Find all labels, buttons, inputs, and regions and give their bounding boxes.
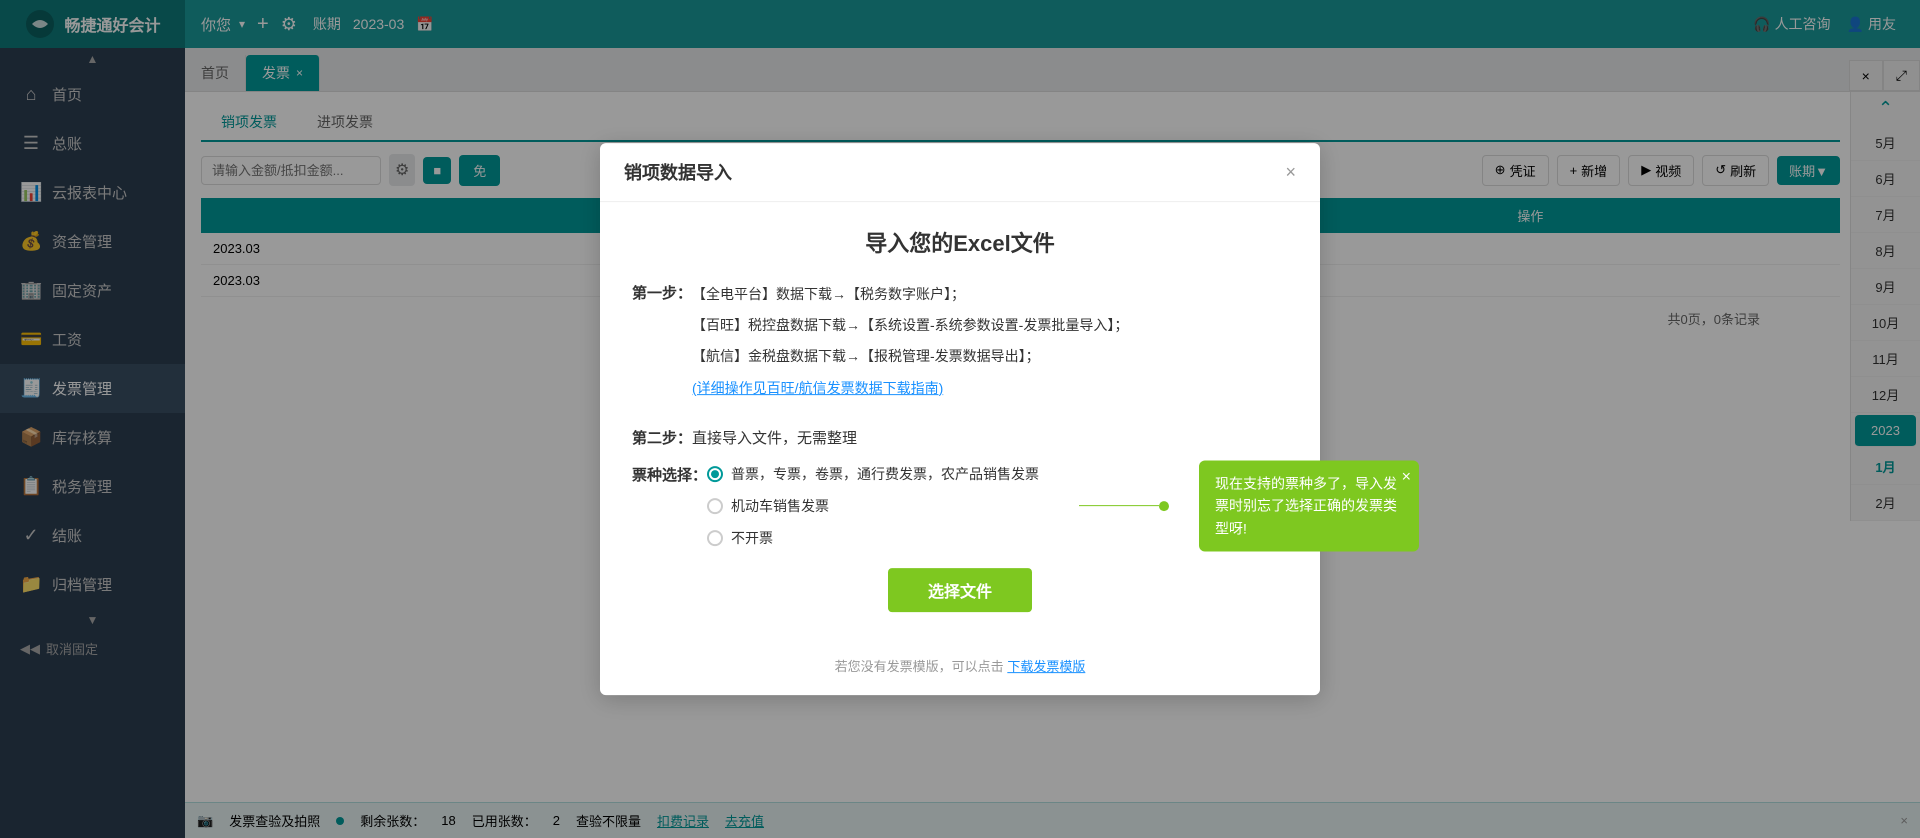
step1-guide-link[interactable]: (详细操作见百旺/航信发票数据下载指南): [692, 380, 943, 396]
radio-no-ticket[interactable]: 不开票: [707, 528, 1039, 548]
modal-close-btn[interactable]: ×: [1285, 162, 1296, 183]
radio-no-ticket-label: 不开票: [731, 528, 773, 548]
modal-header: 销项数据导入 ×: [600, 143, 1320, 202]
tooltip-bubble: × 现在支持的票种多了，导入发票时别忘了选择正确的发票类型呀!: [1199, 460, 1419, 551]
ticket-label: 票种选择：: [632, 464, 707, 485]
step1-link: (详细操作见百旺/航信发票数据下载指南): [692, 376, 1128, 401]
modal-main-title: 导入您的Excel文件: [632, 226, 1288, 258]
tooltip-connector: [1079, 501, 1169, 511]
radio-normal-label: 普票，专票，卷票，通行费发票，农产品销售发票: [731, 464, 1039, 484]
modal-title: 销项数据导入: [624, 159, 732, 185]
download-template-link[interactable]: 下载发票模版: [1007, 659, 1085, 674]
radio-no-ticket-circle: [707, 530, 723, 546]
radio-normal-circle: [707, 466, 723, 482]
radio-motor[interactable]: 机动车销售发票 × 现在支持的票种多了，导入发票时别忘了选择正确的发票类型呀!: [707, 496, 1039, 516]
modal-footer: 若您没有发票模版，可以点击 下载发票模版: [600, 656, 1320, 695]
step1-line-1: 【全电平台】数据下载→【税务数字账户】；: [692, 282, 1128, 307]
select-file-btn[interactable]: 选择文件: [888, 568, 1032, 612]
step1-content: 【全电平台】数据下载→【税务数字账户】； 【百旺】税控盘数据下载→【系统设置-系…: [692, 282, 1128, 407]
import-modal: 销项数据导入 × 导入您的Excel文件 第一步： 【全电平台】数据下载→【税务…: [600, 143, 1320, 695]
radio-group: 普票，专票，卷票，通行费发票，农产品销售发票 机动车销售发票 ×: [707, 464, 1039, 548]
ticket-section: 票种选择： 普票，专票，卷票，通行费发票，农产品销售发票 机动车销售发票: [632, 464, 1288, 548]
step2-label: 第二步：: [632, 427, 692, 448]
step1-section: 第一步： 【全电平台】数据下载→【税务数字账户】； 【百旺】税控盘数据下载→【系…: [632, 282, 1288, 407]
step2-content: 直接导入文件，无需整理: [692, 427, 857, 448]
tooltip-text: 现在支持的票种多了，导入发票时别忘了选择正确的发票类型呀!: [1215, 475, 1397, 536]
step1-line-2: 【百旺】税控盘数据下载→【系统设置-系统参数设置-发票批量导入】；: [692, 313, 1128, 338]
footer-text: 若您没有发票模版，可以点击: [835, 659, 1004, 674]
radio-motor-label: 机动车销售发票: [731, 496, 829, 516]
step1-line-3: 【航信】金税盘数据下载→【报税管理-发票数据导出】；: [692, 345, 1128, 370]
modal-body: 导入您的Excel文件 第一步： 【全电平台】数据下载→【税务数字账户】； 【百…: [600, 202, 1320, 656]
step2-section: 第二步： 直接导入文件，无需整理: [632, 427, 1288, 448]
tooltip-close-btn[interactable]: ×: [1402, 464, 1411, 490]
radio-motor-circle: [707, 498, 723, 514]
step1-label: 第一步：: [632, 282, 692, 303]
radio-normal[interactable]: 普票，专票，卷票，通行费发票，农产品销售发票: [707, 464, 1039, 484]
